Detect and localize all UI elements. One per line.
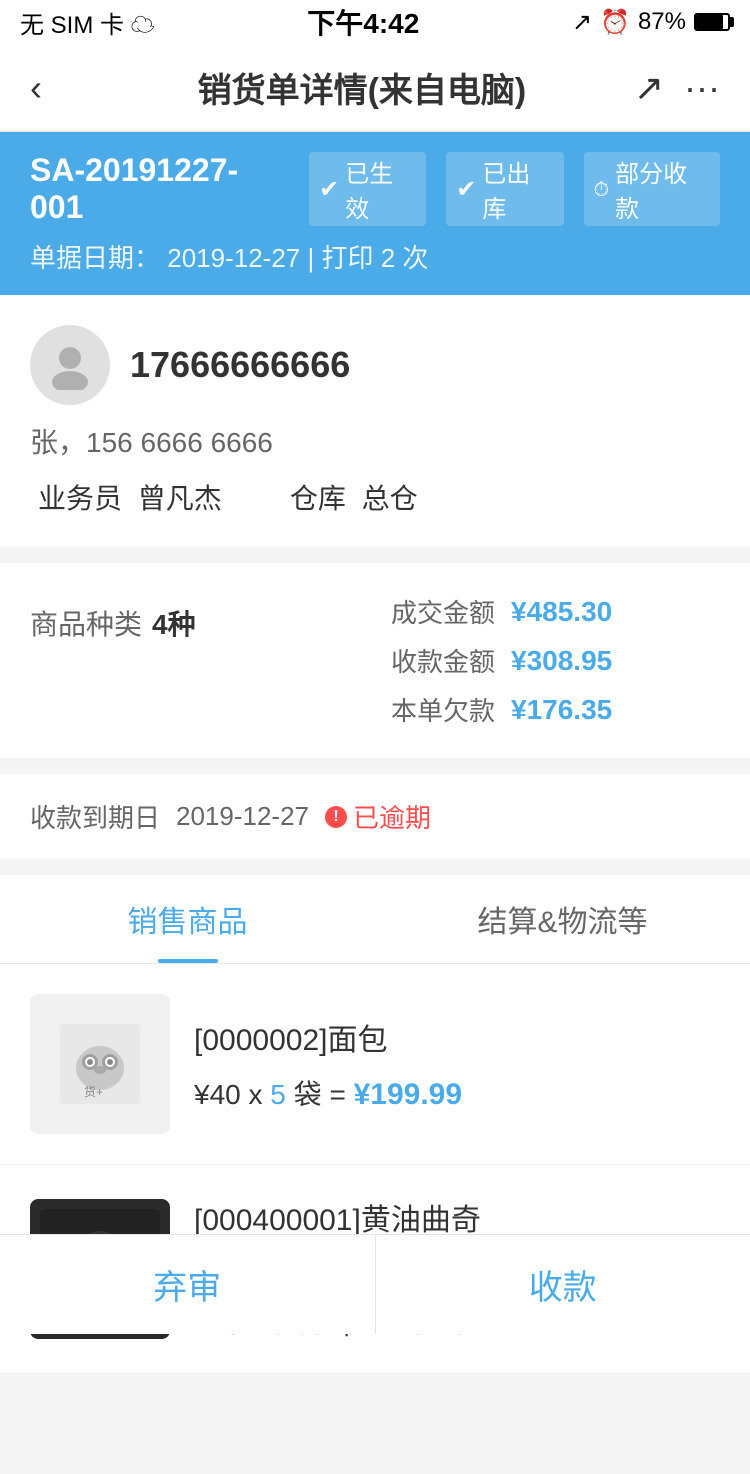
product-types: 商品种类 4种: [30, 593, 375, 643]
product-name-1: [0000002]面包: [194, 1015, 720, 1059]
badge-partial-label: 部分收款: [615, 154, 710, 224]
transaction-value: ¥485.30: [511, 596, 612, 628]
stats-section: 商品种类 4种 成交金额 ¥485.30 收款金额 ¥308.95 本单欠款 ¥…: [0, 563, 750, 758]
salesman-value: 曾凡杰: [138, 483, 222, 514]
tab-sales[interactable]: 销售商品: [0, 875, 375, 963]
customer-id: 17666666666: [130, 344, 350, 386]
product-types-value: 4种: [152, 603, 196, 643]
avatar: [30, 325, 110, 405]
product-code-2: [000400001]: [194, 1204, 361, 1237]
nav-bar: ‹ 销货单详情(来自电脑) ↗ ···: [0, 44, 750, 132]
financial-stats: 成交金额 ¥485.30 收款金额 ¥308.95 本单欠款 ¥176.35: [375, 593, 720, 728]
overdue-dot-icon: !: [325, 806, 347, 828]
status-bar: 无 SIM 卡 ☁ 下午4:42 ↗ ⏰ 87%: [0, 0, 750, 44]
badge-partial-payment: 部分收款: [584, 152, 721, 226]
header-date: 单据日期： 2019-12-27 | 打印 2 次: [30, 238, 720, 275]
warehouse-label: 仓库: [290, 483, 346, 514]
carrier-text: 无 SIM 卡 ☁: [20, 5, 155, 40]
product-name-2: [000400001]黄油曲奇: [194, 1195, 720, 1239]
due-date-value: 2019-12-27: [176, 801, 309, 832]
tab-settlement[interactable]: 结算&物流等: [375, 875, 750, 963]
badge-shipped: 已出库: [446, 152, 563, 226]
nav-actions: ↗ ···: [634, 67, 720, 109]
order-date: 2019-12-27: [167, 243, 300, 273]
print-count: 2: [381, 243, 395, 273]
tab-sales-label: 销售商品: [128, 897, 248, 941]
location-icon: ↗: [572, 8, 592, 37]
status-left: 无 SIM 卡 ☁: [20, 5, 155, 40]
print-suffix: 次: [402, 243, 428, 273]
product-types-label: 商品种类: [30, 603, 142, 643]
customer-name-phone: 张，156 6666 6666: [30, 421, 720, 461]
check-icon-2: [456, 175, 476, 204]
check-icon-1: [319, 175, 339, 204]
page-title: 销货单详情(来自电脑): [90, 63, 634, 112]
tabs-container: 销售商品 结算&物流等: [0, 875, 750, 964]
due-date-label: 收款到期日: [30, 798, 160, 835]
multiply-1: x: [249, 1079, 271, 1110]
customer-row: 17666666666: [30, 325, 720, 405]
received-label: 收款金额: [375, 642, 495, 679]
transaction-label: 成交金额: [375, 593, 495, 630]
due-date-section: 收款到期日 2019-12-27 ! 已逾期: [0, 774, 750, 859]
warehouse-value: 总仓: [362, 483, 418, 514]
collect-payment-button[interactable]: 收款: [376, 1235, 750, 1334]
status-right: ↗ ⏰ 87%: [572, 8, 730, 37]
badge-activated: 已生效: [309, 152, 426, 226]
share-icon[interactable]: ↗: [634, 67, 664, 109]
print-label: | 打印: [307, 243, 373, 273]
overdue-label: 已逾期: [353, 798, 431, 835]
header-banner: SA-20191227-001 已生效 已出库 部分收款 单据日期： 2019-…: [0, 132, 750, 295]
badge-shipped-label: 已出库: [482, 154, 553, 224]
product-title-1: 面包: [327, 1024, 387, 1057]
debt-value: ¥176.35: [511, 694, 612, 726]
qty-1: 5: [270, 1079, 286, 1110]
badge-activated-label: 已生效: [345, 154, 416, 224]
product-item: 货+ [0000002]面包 ¥40 x 5 袋 = ¥199.99: [0, 964, 750, 1165]
equals-1: =: [329, 1079, 353, 1110]
product-code-1: [0000002]: [194, 1024, 327, 1057]
transaction-row: 成交金额 ¥485.30: [375, 593, 612, 630]
header-top: SA-20191227-001 已生效 已出库 部分收款: [30, 152, 720, 226]
price-base-1: ¥40: [194, 1079, 241, 1110]
product-thumb-1: 货+: [30, 994, 170, 1134]
salesman-label: 业务员: [38, 483, 122, 514]
customer-meta: 业务员 曾凡杰 仓库 总仓: [30, 477, 720, 517]
svg-text:货+: 货+: [84, 1084, 103, 1099]
product-price-1: ¥40 x 5 袋 = ¥199.99: [194, 1073, 720, 1113]
total-1: ¥199.99: [354, 1078, 462, 1111]
received-value: ¥308.95: [511, 645, 612, 677]
salesman-field: 业务员 曾凡杰: [30, 477, 222, 517]
product-title-2: 黄油曲奇: [361, 1204, 481, 1237]
battery-icon: [694, 13, 730, 31]
customer-section: 17666666666 张，156 6666 6666 业务员 曾凡杰 仓库 总…: [0, 295, 750, 547]
back-button[interactable]: ‹: [30, 67, 90, 109]
cancel-review-button[interactable]: 弃审: [0, 1235, 376, 1334]
unit-1: 袋: [294, 1079, 322, 1110]
debt-label: 本单欠款: [375, 691, 495, 728]
debt-row: 本单欠款 ¥176.35: [375, 691, 612, 728]
status-time: 下午4:42: [307, 2, 419, 42]
bottom-bar: 弃审 收款: [0, 1234, 750, 1334]
date-label: 单据日期：: [30, 243, 160, 273]
alarm-icon: ⏰: [600, 8, 630, 37]
received-row: 收款金额 ¥308.95: [375, 642, 612, 679]
product-info-1: [0000002]面包 ¥40 x 5 袋 = ¥199.99: [194, 1015, 720, 1113]
order-id: SA-20191227-001: [30, 152, 289, 226]
warehouse-field: 仓库 总仓: [282, 477, 418, 517]
clock-icon: [594, 175, 610, 203]
tab-settlement-label: 结算&物流等: [477, 897, 647, 941]
battery-text: 87%: [638, 8, 686, 36]
more-icon[interactable]: ···: [684, 67, 720, 109]
overdue-badge: ! 已逾期: [325, 798, 431, 835]
